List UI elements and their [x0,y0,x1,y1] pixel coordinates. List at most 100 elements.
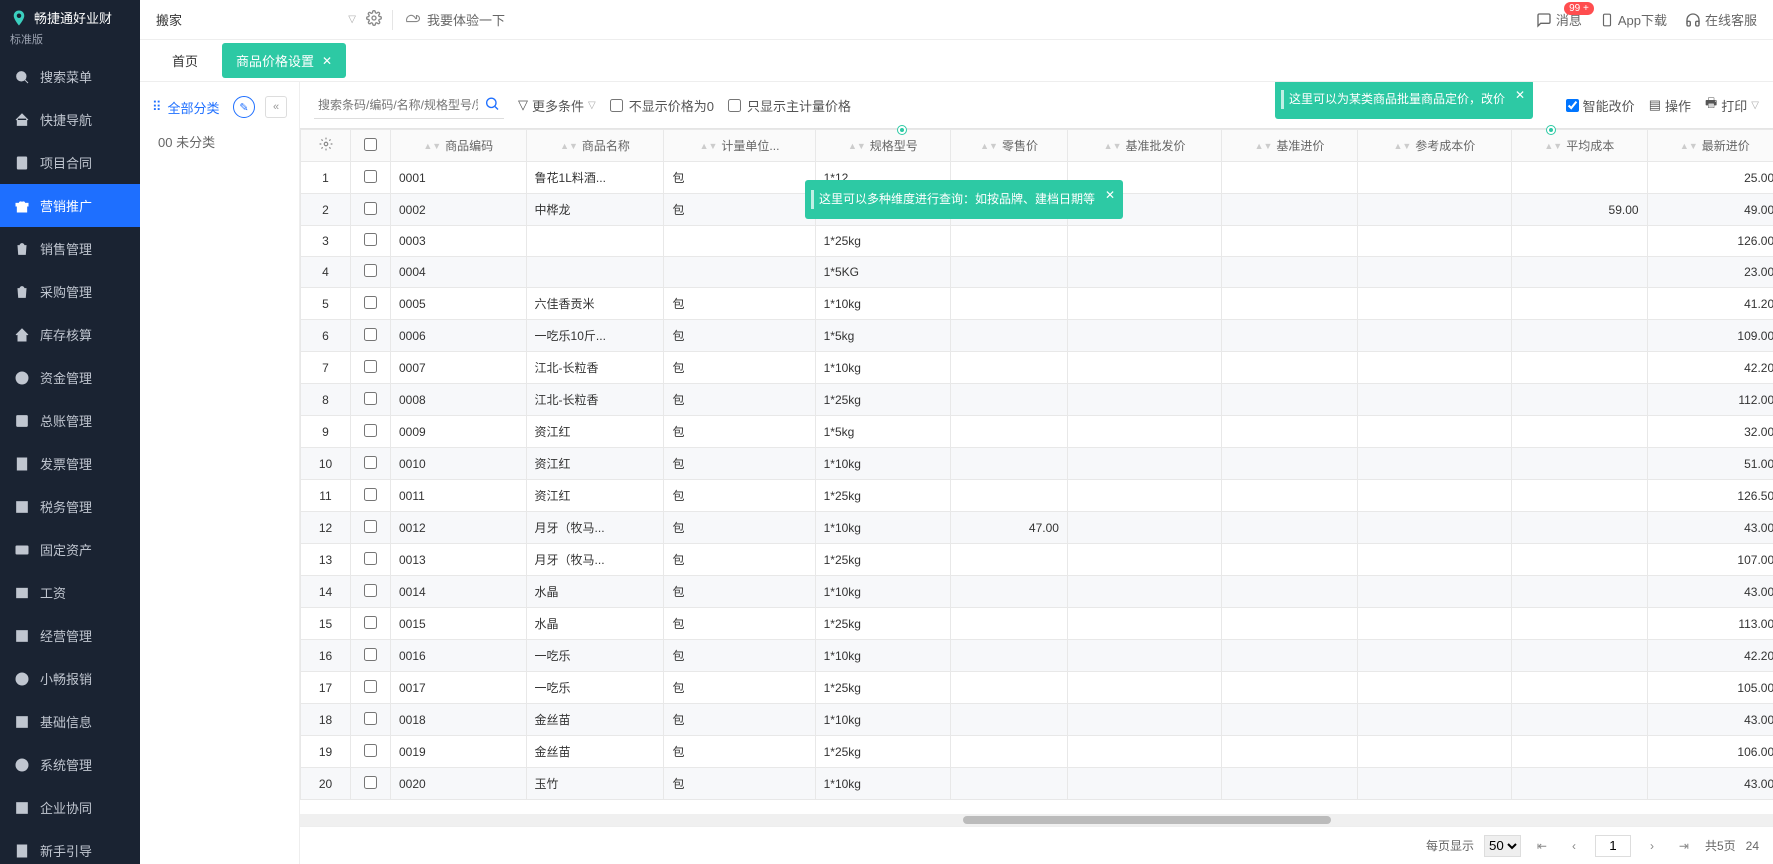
cell-retail[interactable] [951,352,1068,384]
cell-retail[interactable] [951,416,1068,448]
cell-retail[interactable] [951,672,1068,704]
sidebar-item-15[interactable]: 基础信息 [0,700,140,743]
table-row[interactable]: 5 0005 六佳香贡米 包 1*10kg 41.20 [301,288,1773,320]
sidebar-item-13[interactable]: 经营管理 [0,614,140,657]
cell-retail[interactable] [951,320,1068,352]
cell-wholesale[interactable] [1067,448,1221,480]
category-item[interactable]: 00 未分类 [152,124,287,159]
cell-basein[interactable] [1222,384,1358,416]
settings-column[interactable] [301,130,351,162]
more-filters-button[interactable]: ▽ 更多条件 ▽ [518,96,596,115]
cell-basein[interactable] [1222,736,1358,768]
sort-icon[interactable]: ▲▼ [848,144,866,149]
cell-retail[interactable] [951,288,1068,320]
table-row[interactable]: 14 0014 水晶 包 1*10kg 43.00 [301,576,1773,608]
close-icon[interactable]: ✕ [322,54,332,68]
row-checkbox[interactable] [364,392,377,405]
cell-wholesale[interactable] [1067,768,1221,800]
cell-refcost[interactable] [1357,257,1511,288]
cell-wholesale[interactable] [1067,384,1221,416]
table-row[interactable]: 4 0004 1*5KG 23.00 [301,257,1773,288]
row-checkbox[interactable] [364,648,377,661]
sidebar-item-18[interactable]: 新手引导 [0,829,140,864]
sidebar-item-4[interactable]: 销售管理 [0,227,140,270]
cell-refcost[interactable] [1357,448,1511,480]
sort-icon[interactable]: ▲▼ [423,144,441,149]
table-row[interactable]: 20 0020 玉竹 包 1*10kg 43.00 [301,768,1773,800]
sidebar-item-12[interactable]: 工资 [0,571,140,614]
cell-retail[interactable] [951,736,1068,768]
row-checkbox[interactable] [364,360,377,373]
cell-basein[interactable] [1222,576,1358,608]
table-row[interactable]: 10 0010 资江红 包 1*10kg 51.00 [301,448,1773,480]
row-checkbox[interactable] [364,616,377,629]
sort-icon[interactable]: ▲▼ [1544,144,1562,149]
cell-wholesale[interactable] [1067,576,1221,608]
cell-basein[interactable] [1222,704,1358,736]
cell-wholesale[interactable] [1067,320,1221,352]
column-header[interactable]: ▲▼规格型号 [815,130,951,162]
cell-retail[interactable]: 47.00 [951,512,1068,544]
cell-wholesale[interactable] [1067,672,1221,704]
cell-refcost[interactable] [1357,194,1511,226]
scrollbar-thumb[interactable] [963,816,1331,824]
sort-icon[interactable]: ▲▼ [980,144,998,149]
main-unit-checkbox[interactable]: 只显示主计量价格 [728,96,851,115]
row-checkbox[interactable] [364,328,377,341]
table-row[interactable]: 3 0003 1*25kg 126.00 [301,226,1773,257]
row-checkbox[interactable] [364,296,377,309]
cell-basein[interactable] [1222,194,1358,226]
tab-current[interactable]: 商品价格设置 ✕ [222,43,346,78]
cell-refcost[interactable] [1357,288,1511,320]
table-row[interactable]: 12 0012 月牙（牧马... 包 1*10kg 47.00 43.00 [301,512,1773,544]
print-button[interactable]: 🖶 打印 ▽ [1705,94,1759,116]
cell-refcost[interactable] [1357,768,1511,800]
sidebar-item-16[interactable]: 系统管理 [0,743,140,786]
sort-icon[interactable]: ▲▼ [1104,144,1122,149]
page-input[interactable] [1595,835,1631,857]
cell-basein[interactable] [1222,480,1358,512]
cell-retail[interactable] [951,226,1068,257]
cell-wholesale[interactable] [1067,544,1221,576]
cell-basein[interactable] [1222,257,1358,288]
sidebar-item-2[interactable]: 项目合同 [0,141,140,184]
cell-basein[interactable] [1222,672,1358,704]
row-checkbox[interactable] [364,264,377,277]
cell-refcost[interactable] [1357,384,1511,416]
row-checkbox[interactable] [364,712,377,725]
column-header[interactable]: ▲▼基准批发价 [1067,130,1221,162]
sidebar-item-6[interactable]: 库存核算 [0,313,140,356]
sidebar-item-9[interactable]: 发票管理 [0,442,140,485]
smart-price-button[interactable]: 智能改价 [1566,96,1635,115]
cell-refcost[interactable] [1357,480,1511,512]
column-header[interactable]: ▲▼商品编码 [391,130,527,162]
cell-wholesale[interactable] [1067,288,1221,320]
cell-basein[interactable] [1222,352,1358,384]
cell-basein[interactable] [1222,162,1358,194]
table-row[interactable]: 11 0011 资江红 包 1*25kg 126.50 [301,480,1773,512]
table-row[interactable]: 6 0006 一吃乐10斤... 包 1*5kg 109.00 [301,320,1773,352]
cell-basein[interactable] [1222,448,1358,480]
cell-wholesale[interactable] [1067,416,1221,448]
cell-basein[interactable] [1222,544,1358,576]
tab-home[interactable]: 首页 [158,43,212,78]
cell-basein[interactable] [1222,768,1358,800]
cell-retail[interactable] [951,576,1068,608]
org-selector[interactable]: 搬家 ▽ [156,10,356,29]
sidebar-item-3[interactable]: 营销推广 [0,184,140,227]
row-checkbox[interactable] [364,233,377,246]
last-page-button[interactable]: ⇥ [1673,835,1695,857]
messages-link[interactable]: 消息 99 + [1536,10,1582,29]
close-icon[interactable]: ✕ [1515,86,1525,105]
cell-retail[interactable] [951,544,1068,576]
sidebar-item-11[interactable]: 固定资产 [0,528,140,571]
first-page-button[interactable]: ⇤ [1531,835,1553,857]
sidebar-item-17[interactable]: 企业协同 [0,786,140,829]
edit-icon[interactable]: ✎ [233,96,255,118]
row-checkbox[interactable] [364,584,377,597]
table-row[interactable]: 18 0018 金丝苗 包 1*10kg 43.00 [301,704,1773,736]
sidebar-item-1[interactable]: 快捷导航 [0,98,140,141]
cell-wholesale[interactable] [1067,480,1221,512]
column-header[interactable]: ▲▼计量单位... [664,130,815,162]
checkbox[interactable] [728,99,741,112]
